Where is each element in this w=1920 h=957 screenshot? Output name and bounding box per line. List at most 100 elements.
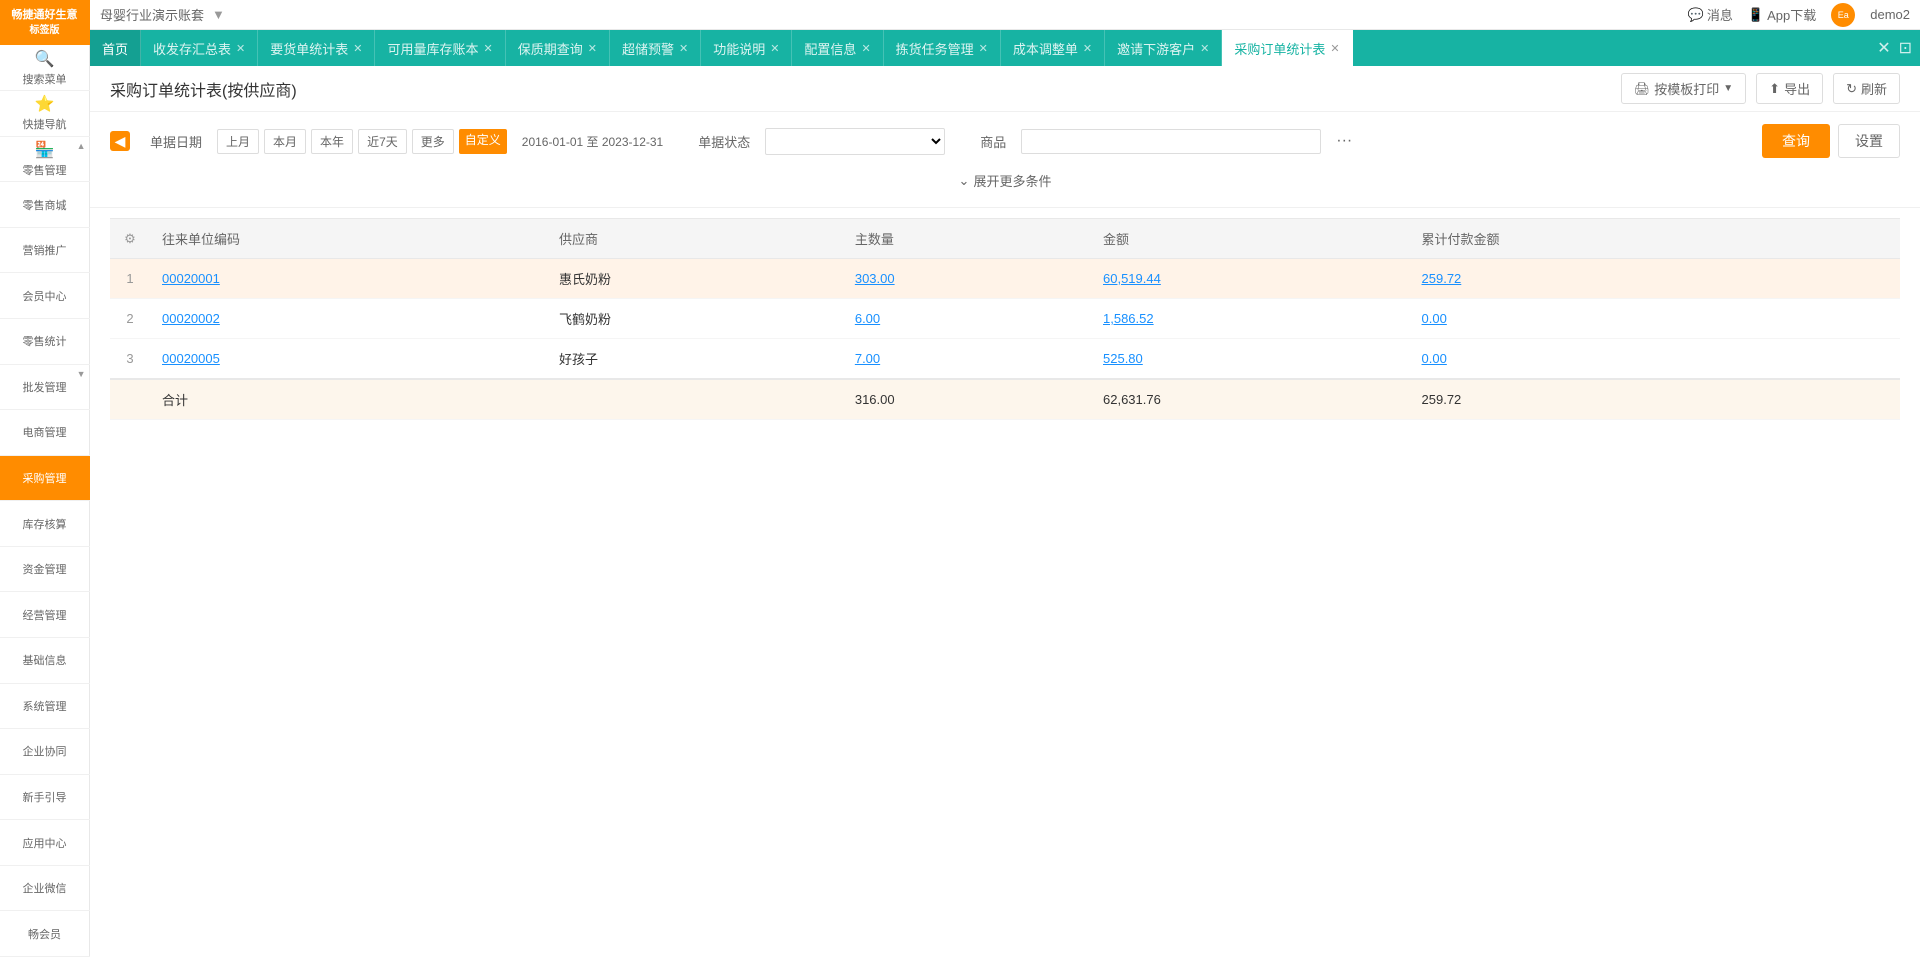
sidebar-item-basic[interactable]: 基础信息 — [0, 638, 90, 684]
tab-shoufahuizong-label: 收发存汇总表 — [153, 39, 231, 58]
filter-expand-row[interactable]: ⌄ 展开更多条件 — [110, 166, 1900, 195]
cell-qty-1[interactable]: 303.00 — [843, 259, 1091, 299]
sidebar-item-retail-stats[interactable]: 零售统计 — [0, 319, 90, 365]
tab-shoufahuizong[interactable]: 收发存汇总表 ✕ — [141, 30, 258, 66]
tab-baozhi-close[interactable]: ✕ — [588, 42, 597, 55]
tab-jiancha-close[interactable]: ✕ — [979, 42, 988, 55]
tab-caigou-close[interactable]: ✕ — [1330, 42, 1339, 55]
cell-qty-3[interactable]: 7.00 — [843, 339, 1091, 380]
tab-home[interactable]: 首页 — [90, 30, 141, 66]
footer-qty: 316.00 — [843, 379, 1091, 420]
refresh-button[interactable]: ↻ 刷新 — [1833, 73, 1900, 104]
filter-area: ◀ 单据日期 上月 本月 本年 近7天 更多 自定义 2016-01-01 至 … — [90, 112, 1920, 208]
cell-amount-2[interactable]: 1,586.52 — [1091, 299, 1410, 339]
table-row: 2 00020002 飞鹤奶粉 6.00 1,586.52 0.00 — [110, 299, 1900, 339]
query-button[interactable]: 查询 — [1762, 124, 1830, 158]
settings-button[interactable]: 设置 — [1838, 124, 1900, 158]
cell-extra-3 — [1807, 339, 1900, 380]
filter-collapse-button[interactable]: ◀ — [110, 131, 130, 151]
quicknav-icon: ⭐ — [35, 94, 55, 114]
sidebar-item-search[interactable]: 🔍 搜索菜单 — [0, 45, 90, 91]
tab-jiancha[interactable]: 拣货任务管理 ✕ — [884, 30, 1001, 66]
tab-chengben-close[interactable]: ✕ — [1083, 42, 1092, 55]
tab-chengben[interactable]: 成本调整单 ✕ — [1001, 30, 1105, 66]
cell-no-1: 1 — [110, 259, 150, 299]
cell-code-2[interactable]: 00020002 — [150, 299, 547, 339]
sidebar: 畅捷通好生意标签版 🔍 搜索菜单 ⭐ 快捷导航 🏪 零售管理 ▲ 零售商城 营销… — [0, 0, 90, 957]
cell-qty-2[interactable]: 6.00 — [843, 299, 1091, 339]
sidebar-item-wechat[interactable]: 企业微信 — [0, 866, 90, 912]
sidebar-label-wechat: 企业微信 — [23, 880, 67, 896]
export-button[interactable]: ⬆ 导出 — [1756, 73, 1823, 104]
tab-gongneng[interactable]: 功能说明 ✕ — [701, 30, 792, 66]
tab-caigou-label: 采购订单统计表 — [1234, 39, 1325, 58]
sidebar-item-retail[interactable]: 🏪 零售管理 ▲ — [0, 137, 90, 183]
sidebar-item-marketing[interactable]: 营销推广 — [0, 228, 90, 274]
tab-caigou[interactable]: 采购订单统计表 ✕ — [1222, 30, 1352, 66]
tabbar-actions: ✕ ⊡ — [1869, 30, 1920, 66]
page-title: 采购订单统计表(按供应商) — [110, 77, 297, 101]
sidebar-item-operations[interactable]: 经营管理 — [0, 592, 90, 638]
goods-filter-input[interactable] — [1021, 129, 1321, 154]
status-filter-label: 单据状态 — [698, 132, 750, 151]
message-btn[interactable]: 💬 消息 — [1688, 5, 1733, 24]
tab-yaohuo[interactable]: 要货单统计表 ✕ — [258, 30, 375, 66]
tab-yaohuo-close[interactable]: ✕ — [353, 42, 362, 55]
sidebar-item-ecommerce[interactable]: 电商管理 — [0, 410, 90, 456]
cell-paid-3[interactable]: 0.00 — [1410, 339, 1807, 380]
tabbar-close-icon[interactable]: ✕ — [1877, 38, 1890, 58]
goods-ellipsis-button[interactable]: ··· — [1336, 132, 1352, 150]
tab-yaohuo-label: 要货单统计表 — [270, 39, 348, 58]
template-print-button[interactable]: 🖨 按模板打印 ▼ — [1621, 73, 1746, 104]
sidebar-item-wholesale[interactable]: 批发管理 ▼ — [0, 365, 90, 411]
tab-chengben-label: 成本调整单 — [1013, 39, 1078, 58]
sidebar-label-retail-stats: 零售统计 — [23, 333, 67, 349]
app-download-btn[interactable]: 📱 App下载 — [1748, 5, 1816, 24]
tab-gongneng-close[interactable]: ✕ — [770, 42, 779, 55]
tab-keyongliang-close[interactable]: ✕ — [484, 42, 493, 55]
sidebar-item-appcenter[interactable]: 应用中心 — [0, 820, 90, 866]
sidebar-item-vip[interactable]: 畅会员 — [0, 911, 90, 957]
tab-yaoqing[interactable]: 邀请下游客户 ✕ — [1105, 30, 1222, 66]
tab-yaoqing-label: 邀请下游客户 — [1117, 39, 1195, 58]
tab-chaochuyujing-close[interactable]: ✕ — [679, 42, 688, 55]
tab-keyongliang[interactable]: 可用量库存账本 ✕ — [375, 30, 505, 66]
tabbar-expand-icon[interactable]: ⊡ — [1899, 38, 1912, 58]
settings-col-icon[interactable]: ⚙ — [124, 231, 136, 246]
status-filter-select[interactable] — [765, 128, 945, 155]
filter-btn-7days[interactable]: 近7天 — [358, 129, 407, 154]
tab-baozhi[interactable]: 保质期查询 ✕ — [506, 30, 610, 66]
sidebar-item-system[interactable]: 系统管理 — [0, 684, 90, 730]
sidebar-item-inventory[interactable]: 库存核算 — [0, 501, 90, 547]
tab-peizhi-close[interactable]: ✕ — [861, 42, 870, 55]
sidebar-item-purchase[interactable]: 采购管理 — [0, 456, 90, 502]
sidebar-label-appcenter: 应用中心 — [23, 835, 67, 851]
filter-btn-last-month[interactable]: 上月 — [217, 129, 259, 154]
filter-btn-this-month[interactable]: 本月 — [264, 129, 306, 154]
cell-paid-2[interactable]: 0.00 — [1410, 299, 1807, 339]
sidebar-item-retail-shop[interactable]: 零售商城 — [0, 182, 90, 228]
sidebar-item-guide[interactable]: 新手引导 — [0, 775, 90, 821]
sidebar-item-enterprise[interactable]: 企业协同 — [0, 729, 90, 775]
filter-btn-more[interactable]: 更多 — [412, 129, 454, 154]
tab-peizhi[interactable]: 配置信息 ✕ — [792, 30, 883, 66]
col-supplier: 供应商 — [547, 219, 843, 259]
tab-peizhi-label: 配置信息 — [804, 39, 856, 58]
tab-yaoqing-close[interactable]: ✕ — [1200, 42, 1209, 55]
sidebar-item-quicknav[interactable]: ⭐ 快捷导航 — [0, 91, 90, 137]
cell-code-3[interactable]: 00020005 — [150, 339, 547, 380]
cell-amount-3[interactable]: 525.80 — [1091, 339, 1410, 380]
user-avatar[interactable]: Ea — [1831, 3, 1855, 27]
workspace-dropdown-icon[interactable]: ▼ — [212, 7, 225, 22]
sidebar-item-finance[interactable]: 资金管理 — [0, 547, 90, 593]
sidebar-label-operations: 经营管理 — [23, 607, 67, 623]
user-name: demo2 — [1870, 7, 1910, 22]
cell-paid-1[interactable]: 259.72 — [1410, 259, 1807, 299]
sidebar-item-member[interactable]: 会员中心 — [0, 273, 90, 319]
tab-chaochuyujing[interactable]: 超储预警 ✕ — [610, 30, 701, 66]
tab-shoufahuizong-close[interactable]: ✕ — [236, 42, 245, 55]
wholesale-arrow-icon: ▼ — [77, 369, 86, 379]
filter-btn-this-year[interactable]: 本年 — [311, 129, 353, 154]
cell-amount-1[interactable]: 60,519.44 — [1091, 259, 1410, 299]
cell-code-1[interactable]: 00020001 — [150, 259, 547, 299]
